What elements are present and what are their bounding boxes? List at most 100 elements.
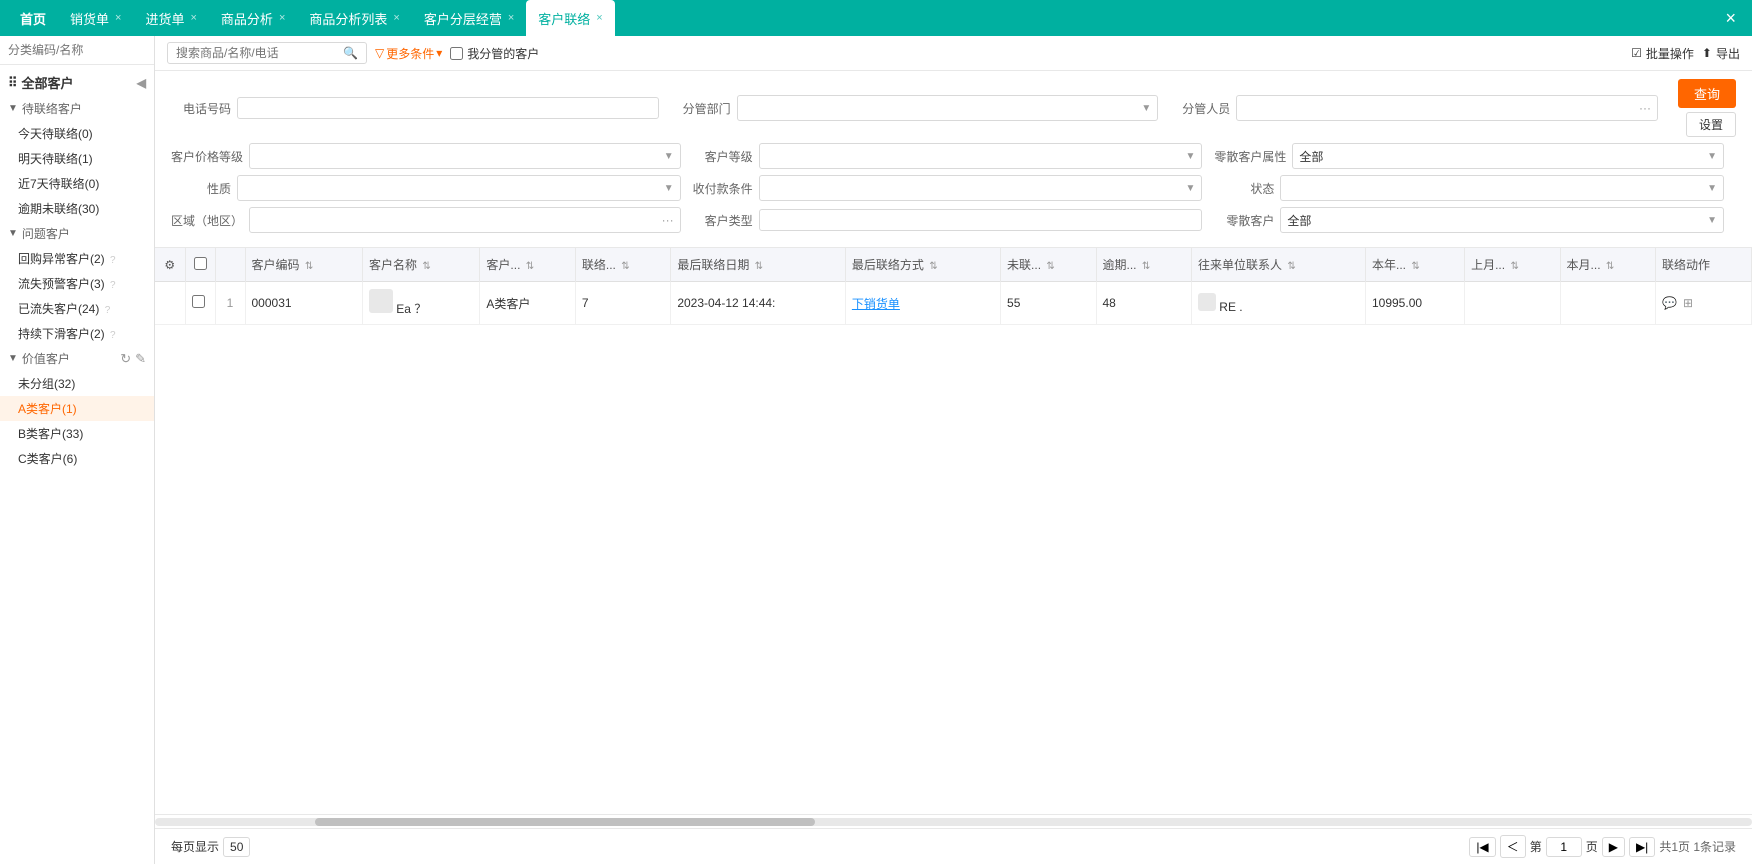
edit-icon[interactable]: ✎: [135, 351, 146, 367]
sidebar-section-problem[interactable]: ▼ 问题客户: [0, 221, 154, 246]
refresh-icon[interactable]: ↻: [120, 351, 131, 367]
my-customer-check[interactable]: [450, 47, 463, 60]
area-select[interactable]: ···: [249, 207, 681, 233]
nature-select[interactable]: ▼: [237, 175, 681, 201]
cust-type-input[interactable]: [759, 209, 1203, 231]
cust-level-select[interactable]: ▼: [759, 143, 1203, 169]
batch-operation-button[interactable]: ☑ 批量操作: [1631, 45, 1694, 62]
export-button[interactable]: ⬆ 导出: [1702, 45, 1740, 62]
col-type[interactable]: 客户... ⇅: [480, 248, 575, 282]
phone-input[interactable]: [237, 97, 659, 119]
col-last-date[interactable]: 最后联络日期 ⇅: [671, 248, 846, 282]
filter-search-icon[interactable]: 🔍: [343, 46, 358, 60]
nav-tab-customer-mgmt[interactable]: 客户分层经营 ×: [412, 0, 526, 36]
setting-button[interactable]: 设置: [1686, 112, 1736, 137]
sort-last-date-icon[interactable]: ⇅: [755, 261, 763, 272]
status-select[interactable]: ▼: [1280, 175, 1724, 201]
filter-search-input[interactable]: [176, 46, 343, 60]
sidebar-item-a-class[interactable]: A类客户(1): [0, 396, 154, 421]
sort-code-icon[interactable]: ⇅: [305, 261, 313, 272]
price-level-select[interactable]: ▼: [249, 143, 681, 169]
sort-last-month-icon[interactable]: ⇅: [1510, 261, 1518, 272]
row-checkbox[interactable]: [192, 295, 205, 308]
row-last-method-cell[interactable]: 下销货单: [845, 282, 1000, 325]
sidebar-item-today[interactable]: 今天待联络(0): [0, 121, 154, 146]
dept-label: 分管部门: [671, 100, 731, 117]
col-last-method[interactable]: 最后联络方式 ⇅: [845, 248, 1000, 282]
close-all-button[interactable]: ×: [1717, 8, 1744, 29]
nav-tab-goods-list[interactable]: 商品分析列表 ×: [297, 0, 411, 36]
sort-last-method-icon[interactable]: ⇅: [929, 261, 937, 272]
retail-attr-select[interactable]: 全部 ▼: [1292, 143, 1724, 169]
col-last-month[interactable]: 上月... ⇅: [1465, 248, 1560, 282]
nav-tab-sales[interactable]: 销货单 ×: [58, 0, 133, 36]
my-customer-checkbox[interactable]: 我分管的客户: [450, 45, 539, 62]
row-check-cell[interactable]: [185, 282, 215, 325]
col-unit-contact[interactable]: 往来单位联系人 ⇅: [1191, 248, 1365, 282]
sidebar-item-abnormal[interactable]: 回购异常客户(2) ?: [0, 246, 154, 271]
sidebar-item-c-class[interactable]: C类客户(6): [0, 446, 154, 471]
sort-this-month-icon[interactable]: ⇅: [1606, 261, 1614, 272]
main-layout: 🔍 ⠿ 全部客户 ◀ ▼ 待联络客户 今天待联络(0) 明天待联络(1) 近7天…: [0, 36, 1752, 864]
col-no-contact[interactable]: 未联... ⇅: [1001, 248, 1096, 282]
sort-this-year-icon[interactable]: ⇅: [1411, 261, 1419, 272]
nav-tab-goods-analysis-close[interactable]: ×: [279, 12, 285, 24]
horizontal-scrollbar[interactable]: [155, 814, 1752, 828]
col-name[interactable]: 客户名称 ⇅: [362, 248, 479, 282]
nav-tab-customer-contact-close[interactable]: ×: [596, 12, 602, 24]
col-this-month[interactable]: 本月... ⇅: [1560, 248, 1655, 282]
sort-overdue-icon[interactable]: ⇅: [1142, 261, 1150, 272]
next-page-button[interactable]: ▶: [1602, 837, 1625, 857]
sidebar-item-churn-warn[interactable]: 流失预警客户(3) ?: [0, 271, 154, 296]
sidebar-item-declining[interactable]: 持续下滑客户(2) ?: [0, 321, 154, 346]
sidebar-all-customers[interactable]: ⠿ 全部客户 ◀: [0, 65, 154, 96]
sidebar-item-ungroup[interactable]: 未分组(32): [0, 371, 154, 396]
prev-page-button[interactable]: ＜: [1500, 835, 1526, 858]
nav-tab-customer-mgmt-close[interactable]: ×: [508, 12, 514, 24]
nav-tab-purchase[interactable]: 进货单 ×: [133, 0, 208, 36]
qr-icon[interactable]: ⊞: [1683, 296, 1693, 310]
query-button[interactable]: 查询: [1678, 79, 1736, 108]
sort-contacts-icon[interactable]: ⇅: [621, 261, 629, 272]
sidebar-item-7days[interactable]: 近7天待联络(0): [0, 171, 154, 196]
dept-select[interactable]: ▼: [737, 95, 1159, 121]
nav-tab-goods-list-close[interactable]: ×: [393, 12, 399, 24]
sidebar-item-overdue[interactable]: 逾期未联络(30): [0, 196, 154, 221]
sidebar-section-pending[interactable]: ▼ 待联络客户: [0, 96, 154, 121]
sidebar-search-input[interactable]: [8, 43, 155, 57]
person-input[interactable]: ···: [1236, 95, 1658, 121]
sidebar-section-value[interactable]: ▼ 价值客户 ↻ ✎: [0, 346, 154, 371]
scroll-thumb[interactable]: [315, 818, 815, 826]
nav-tab-sales-close[interactable]: ×: [115, 12, 121, 24]
sidebar-collapse-icon[interactable]: ◀: [137, 76, 146, 90]
help-icon-3: ?: [105, 305, 111, 316]
last-method-link[interactable]: 下销货单: [852, 297, 900, 311]
nav-tab-purchase-close[interactable]: ×: [190, 12, 196, 24]
more-filter-button[interactable]: ▽ 更多条件 ▾: [375, 45, 442, 62]
sidebar-item-churned[interactable]: 已流失客户(24) ?: [0, 296, 154, 321]
col-this-year[interactable]: 本年... ⇅: [1365, 248, 1464, 282]
page-size-select[interactable]: 50: [223, 837, 250, 857]
col-check[interactable]: [185, 248, 215, 282]
sort-unit-contact-icon[interactable]: ⇅: [1287, 261, 1295, 272]
first-page-button[interactable]: |◀: [1469, 837, 1495, 857]
page-number-input[interactable]: [1546, 837, 1582, 857]
sidebar-item-b-class[interactable]: B类客户(33): [0, 421, 154, 446]
col-gear[interactable]: ⚙: [155, 248, 185, 282]
col-code[interactable]: 客户编码 ⇅: [245, 248, 362, 282]
retail-cust-select[interactable]: 全部 ▼: [1280, 207, 1724, 233]
col-contacts[interactable]: 联络... ⇅: [575, 248, 670, 282]
payment-select[interactable]: ▼: [759, 175, 1203, 201]
sort-name-icon[interactable]: ⇅: [422, 261, 430, 272]
sidebar-item-tomorrow[interactable]: 明天待联络(1): [0, 146, 154, 171]
sort-no-contact-icon[interactable]: ⇅: [1046, 261, 1054, 272]
select-all-checkbox[interactable]: [194, 257, 207, 270]
sort-type-icon[interactable]: ⇅: [526, 261, 534, 272]
last-page-button[interactable]: ▶|: [1629, 837, 1655, 857]
col-overdue[interactable]: 逾期... ⇅: [1096, 248, 1191, 282]
nav-tab-goods-analysis[interactable]: 商品分析 ×: [209, 0, 297, 36]
nav-tab-customer-contact[interactable]: 客户联络 ×: [526, 0, 614, 36]
arrow-down-icon-3: ▼: [8, 353, 18, 364]
nav-tab-home[interactable]: 首页: [8, 0, 58, 36]
chat-icon[interactable]: 💬: [1662, 296, 1677, 310]
